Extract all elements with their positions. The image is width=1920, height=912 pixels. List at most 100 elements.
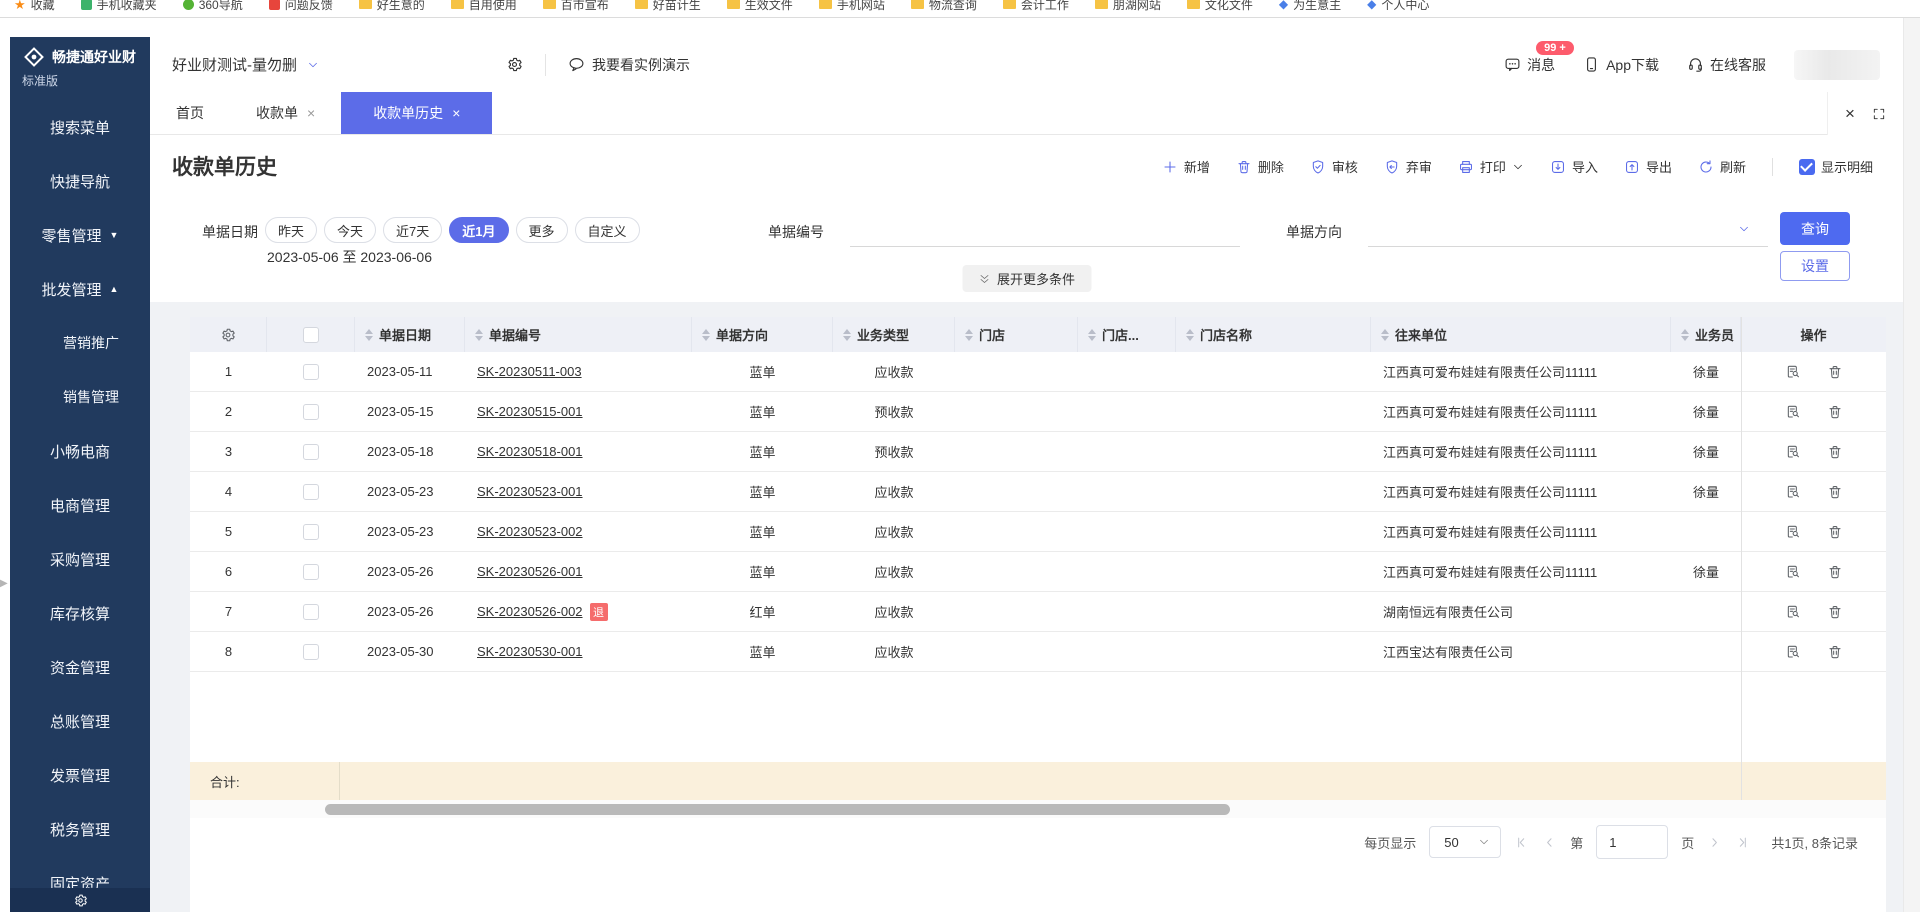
delete-icon[interactable] xyxy=(1827,484,1843,500)
next-page-button[interactable] xyxy=(1707,835,1722,850)
sort-icon[interactable] xyxy=(1186,328,1194,341)
新增-button[interactable]: 新增 xyxy=(1162,157,1210,176)
bookmark-item[interactable]: ◆ 个人中心 xyxy=(1367,0,1429,13)
delete-icon[interactable] xyxy=(1827,604,1843,620)
sidebar-item-发票管理[interactable]: 发票管理 xyxy=(10,748,150,802)
bill-no-link[interactable]: SK-20230526-001 xyxy=(477,564,583,579)
sidebar-collapse-handle[interactable]: ▶ xyxy=(0,578,8,589)
sidebar-item-小畅电商[interactable]: 小畅电商 xyxy=(10,424,150,478)
row-checkbox[interactable] xyxy=(267,352,355,391)
last-page-button[interactable] xyxy=(1735,835,1750,850)
column-header-业务类型[interactable]: 业务类型 xyxy=(833,317,955,352)
page-size-select[interactable]: 50 xyxy=(1429,826,1502,858)
sidebar-item-零售管理[interactable]: 零售管理 ▼ xyxy=(10,208,150,262)
expand-more-filters-button[interactable]: 展开更多条件 xyxy=(961,265,1092,292)
delete-icon[interactable] xyxy=(1827,444,1843,460)
sort-icon[interactable] xyxy=(365,328,373,341)
sidebar-item-快捷导航[interactable]: 快捷导航 xyxy=(10,154,150,208)
column-header-往来单位[interactable]: 往来单位 xyxy=(1371,317,1671,352)
view-detail-icon[interactable] xyxy=(1785,524,1801,540)
sidebar-item-采购管理[interactable]: 采购管理 xyxy=(10,532,150,586)
bookmark-item[interactable]: 自用使用 xyxy=(450,0,517,13)
date-preset-更多[interactable]: 更多 xyxy=(515,217,568,243)
date-preset-昨天[interactable]: 昨天 xyxy=(265,217,318,243)
bookmark-item[interactable]: ★ 收藏 xyxy=(14,0,55,13)
sort-icon[interactable] xyxy=(702,328,710,341)
column-settings-gear-icon[interactable] xyxy=(190,317,267,352)
row-checkbox[interactable] xyxy=(267,392,355,431)
delete-icon[interactable] xyxy=(1827,404,1843,420)
bookmark-item[interactable]: 360导航 xyxy=(182,0,243,13)
settings-gear-icon[interactable] xyxy=(506,56,523,73)
bookmark-item[interactable]: 物流查询 xyxy=(910,0,977,13)
bill-no-link[interactable]: SK-20230511-003 xyxy=(477,364,582,379)
first-page-button[interactable] xyxy=(1514,835,1529,850)
导出-button[interactable]: 导出 xyxy=(1624,157,1672,176)
bookmark-item[interactable]: 手机网站 xyxy=(818,0,885,13)
tab-close-icon[interactable]: × xyxy=(307,105,315,121)
打印-button[interactable]: 打印 xyxy=(1458,157,1524,176)
sort-icon[interactable] xyxy=(1681,328,1689,341)
page-scrollbar[interactable] xyxy=(1903,18,1920,912)
sidebar-item-销售管理[interactable]: 销售管理 xyxy=(10,370,150,424)
sort-icon[interactable] xyxy=(965,328,973,341)
sidebar-item-资金管理[interactable]: 资金管理 xyxy=(10,640,150,694)
刷新-button[interactable]: 刷新 xyxy=(1698,157,1746,176)
bookmark-item[interactable]: 百市宣布 xyxy=(542,0,609,13)
row-checkbox[interactable] xyxy=(267,552,355,591)
view-detail-icon[interactable] xyxy=(1785,444,1801,460)
sidebar-item-总账管理[interactable]: 总账管理 xyxy=(10,694,150,748)
prev-page-button[interactable] xyxy=(1542,835,1557,850)
bill-no-link[interactable]: SK-20230530-001 xyxy=(477,644,583,659)
date-preset-近7天[interactable]: 近7天 xyxy=(383,217,443,243)
bookmark-item[interactable]: 生效文件 xyxy=(726,0,793,13)
settings-button[interactable]: 设置 xyxy=(1780,251,1850,281)
bill-no-link[interactable]: SK-20230523-002 xyxy=(477,524,583,539)
bill-no-link[interactable]: SK-20230515-001 xyxy=(477,404,583,419)
direction-select[interactable] xyxy=(1368,219,1768,247)
sort-icon[interactable] xyxy=(1381,328,1389,341)
date-preset-今天[interactable]: 今天 xyxy=(324,217,377,243)
sidebar-item-搜索菜单[interactable]: 搜索菜单 xyxy=(10,100,150,154)
page-number-input[interactable] xyxy=(1596,825,1669,859)
sidebar-item-电商管理[interactable]: 电商管理 xyxy=(10,478,150,532)
row-checkbox[interactable] xyxy=(267,512,355,551)
bill-no-link[interactable]: SK-20230518-001 xyxy=(477,444,583,459)
row-checkbox[interactable] xyxy=(267,432,355,471)
delete-icon[interactable] xyxy=(1827,364,1843,380)
delete-icon[interactable] xyxy=(1827,524,1843,540)
user-avatar[interactable] xyxy=(1794,49,1880,80)
column-header-单据日期[interactable]: 单据日期 xyxy=(355,317,465,352)
bookmark-item[interactable]: 好苗计生 xyxy=(634,0,701,13)
bookmark-item[interactable]: 朋湖网站 xyxy=(1094,0,1161,13)
row-checkbox[interactable] xyxy=(267,472,355,511)
view-detail-icon[interactable] xyxy=(1785,364,1801,380)
bill-no-link[interactable]: SK-20230526-002 xyxy=(477,604,583,619)
弃审-button[interactable]: 弃审 xyxy=(1384,157,1432,176)
tab-首页[interactable]: 首页 xyxy=(150,92,230,134)
date-preset-自定义[interactable]: 自定义 xyxy=(574,217,640,243)
bookmark-item[interactable]: 文化文件 xyxy=(1186,0,1253,13)
delete-icon[interactable] xyxy=(1827,564,1843,580)
sidebar-item-税务管理[interactable]: 税务管理 xyxy=(10,802,150,856)
bill-no-link[interactable]: SK-20230523-001 xyxy=(477,484,583,499)
column-header-门店...[interactable]: 门店... xyxy=(1078,317,1176,352)
bookmark-item[interactable]: 会计工作 xyxy=(1002,0,1069,13)
app-download-button[interactable]: App下载 xyxy=(1583,55,1659,75)
column-header-门店[interactable]: 门店 xyxy=(955,317,1078,352)
bookmark-item[interactable]: ◆ 为生意主 xyxy=(1279,0,1341,13)
view-detail-icon[interactable] xyxy=(1785,604,1801,620)
view-detail-icon[interactable] xyxy=(1785,644,1801,660)
bookmark-item[interactable]: 问题反馈 xyxy=(268,0,333,13)
sidebar-item-营销推广[interactable]: 营销推广 xyxy=(10,316,150,370)
sort-icon[interactable] xyxy=(1088,328,1096,341)
审核-button[interactable]: 审核 xyxy=(1310,157,1358,176)
account-selector[interactable]: 好业财测试-量勿删 xyxy=(172,54,502,75)
sidebar-item-库存核算[interactable]: 库存核算 xyxy=(10,586,150,640)
query-button[interactable]: 查询 xyxy=(1780,212,1850,245)
view-detail-icon[interactable] xyxy=(1785,564,1801,580)
bookmark-item[interactable]: 好生意的 xyxy=(358,0,425,13)
bookmark-item[interactable]: 手机收藏夹 xyxy=(80,0,157,13)
view-detail-icon[interactable] xyxy=(1785,484,1801,500)
row-checkbox[interactable] xyxy=(267,632,355,671)
